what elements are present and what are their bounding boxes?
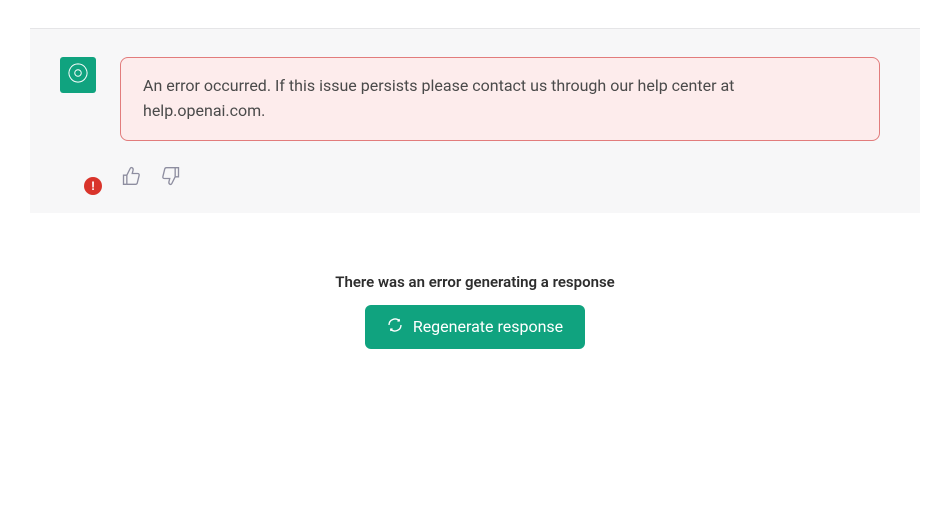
thumbs-down-button[interactable]: [160, 167, 182, 189]
thumbs-up-icon: [121, 166, 141, 190]
error-status-text: There was an error generating a response: [0, 273, 950, 291]
regenerate-button-label: Regenerate response: [413, 317, 563, 336]
thumbs-up-button[interactable]: [120, 167, 142, 189]
assistant-avatar: [60, 57, 96, 93]
message-content: An error occurred. If this issue persist…: [120, 57, 880, 189]
regenerate-response-button[interactable]: Regenerate response: [365, 305, 585, 349]
error-text: An error occurred. If this issue persist…: [143, 76, 734, 120]
feedback-row: [120, 167, 880, 189]
exclamation-icon: !: [91, 179, 94, 193]
thumbs-down-icon: [161, 166, 181, 190]
openai-logo-icon: [65, 60, 91, 90]
error-badge: !: [84, 177, 102, 195]
assistant-message-block: ! An error occurred. If this issue persi…: [30, 28, 920, 213]
avatar-container: !: [60, 57, 96, 189]
error-message-box: An error occurred. If this issue persist…: [120, 57, 880, 141]
regenerate-area: There was an error generating a response…: [0, 213, 950, 349]
refresh-icon: [387, 317, 403, 337]
